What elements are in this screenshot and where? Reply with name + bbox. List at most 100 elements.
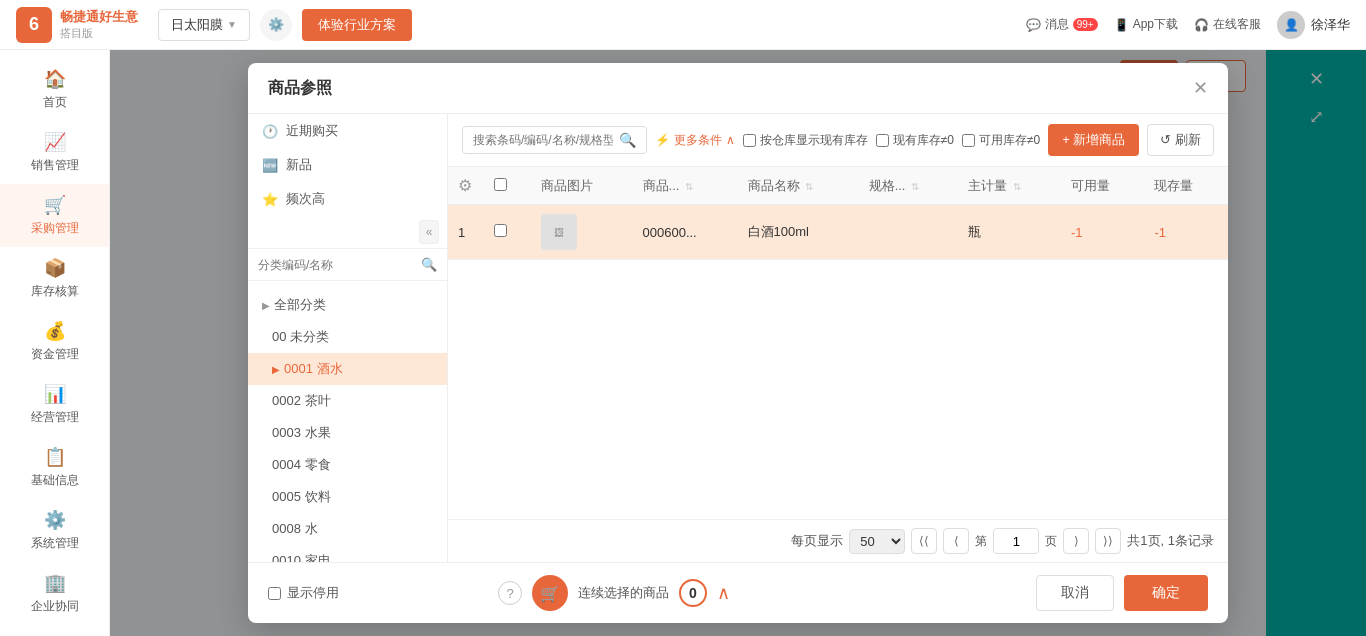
modal-title: 商品参照: [268, 78, 332, 99]
main-layout: 🏠 首页 📈 销售管理 🛒 采购管理 📦 库存核算 💰 资金管理 📊 经营管理 …: [0, 50, 1366, 636]
message-icon: 💬: [1026, 18, 1041, 32]
sidebar-item-system[interactable]: ⚙️ 系统管理: [0, 499, 109, 562]
refresh-button[interactable]: ↺ 刷新: [1147, 124, 1214, 156]
category-snacks[interactable]: 0004 零食: [248, 449, 447, 481]
logo: 6 畅捷通好生意 搭目版: [16, 7, 138, 43]
category-search-input[interactable]: [258, 258, 415, 272]
filter-button[interactable]: ⚡ 更多条件 ∧: [655, 132, 735, 149]
per-page-select[interactable]: 50 100 200: [849, 529, 905, 554]
available-stock-checkbox[interactable]: [962, 134, 975, 147]
enterprise-icon: 🏢: [44, 572, 66, 594]
quick-item-new[interactable]: 🆕 新品: [248, 148, 447, 182]
row-checkbox[interactable]: [494, 224, 507, 237]
col-stock: 现存量: [1144, 167, 1228, 205]
category-fruit[interactable]: 0003 水果: [248, 417, 447, 449]
warehouse-stock-checkbox[interactable]: [743, 134, 756, 147]
home-icon: 🏠: [44, 68, 66, 90]
online-service-nav[interactable]: 🎧 在线客服: [1194, 16, 1261, 33]
category-uncategorized[interactable]: 00 未分类: [248, 321, 447, 353]
last-page-button[interactable]: ⟩⟩: [1095, 528, 1121, 554]
quick-item-recent[interactable]: 🕐 近期购买: [248, 114, 447, 148]
product-search-input[interactable]: [473, 133, 613, 147]
warehouse-stock-check[interactable]: 按仓库显示现有库存: [743, 132, 868, 149]
sidebar-item-finance[interactable]: 💰 资金管理: [0, 310, 109, 373]
row-available: -1: [1061, 205, 1144, 260]
sidebar-item-sales[interactable]: 📈 销售管理: [0, 121, 109, 184]
search-icon[interactable]: 🔍: [619, 132, 636, 148]
nav-actions: 💬 消息 99+ 📱 App下载 🎧 在线客服 👤 徐泽华: [1026, 11, 1350, 39]
current-stock-check[interactable]: 现有库存≠0: [876, 132, 954, 149]
logo-icon: 6: [16, 7, 52, 43]
headset-icon: 🎧: [1194, 18, 1209, 32]
row-code: 000600...: [633, 205, 738, 260]
sidebar-item-inventory[interactable]: 📦 库存核算: [0, 247, 109, 310]
experience-button[interactable]: 体验行业方案: [302, 9, 412, 41]
col-name[interactable]: 商品名称 ⇅: [738, 167, 859, 205]
category-drinks[interactable]: 0005 饮料: [248, 481, 447, 513]
sort-icon-unit: ⇅: [1013, 181, 1021, 192]
sidebar-item-operations[interactable]: 📊 经营管理: [0, 373, 109, 436]
col-unit[interactable]: 主计量 ⇅: [958, 167, 1061, 205]
cart-icon[interactable]: 🛒: [532, 575, 568, 611]
sales-icon: 📈: [44, 131, 66, 153]
category-search-icon[interactable]: 🔍: [421, 257, 437, 272]
col-checkbox: [484, 167, 531, 205]
table-row[interactable]: 1 🖼 000600... 白酒100ml: [448, 205, 1228, 260]
help-icon[interactable]: ?: [498, 581, 522, 605]
table-gear-icon[interactable]: ⚙: [458, 177, 472, 194]
store-dropdown[interactable]: 日太阳膜 ▼: [158, 9, 250, 41]
sidebar-item-guide[interactable]: 🎯 新手引导: [0, 625, 109, 636]
purchase-icon: 🛒: [44, 194, 66, 216]
add-product-button[interactable]: + 新增商品: [1048, 124, 1139, 156]
available-stock-check[interactable]: 可用库存≠0: [962, 132, 1040, 149]
operations-icon: 📊: [44, 383, 66, 405]
col-settings: ⚙: [448, 167, 484, 205]
modal-close-button[interactable]: ✕: [1193, 77, 1208, 99]
next-page-button[interactable]: ⟩: [1063, 528, 1089, 554]
left-panel: 🕐 近期购买 🆕 新品 ⭐ 频次高: [248, 114, 448, 562]
sidebar-item-home[interactable]: 🏠 首页: [0, 58, 109, 121]
first-page-button[interactable]: ⟨⟨: [911, 528, 937, 554]
show-disabled-check[interactable]: 显示停用: [268, 584, 339, 602]
user-menu[interactable]: 👤 徐泽华: [1277, 11, 1350, 39]
sidebar-item-purchase[interactable]: 🛒 采购管理: [0, 184, 109, 247]
top-nav: 6 畅捷通好生意 搭目版 日太阳膜 ▼ ⚙️ 体验行业方案 💬 消息 99+ 📱…: [0, 0, 1366, 50]
category-water[interactable]: 0008 水: [248, 513, 447, 545]
collapse-cart-icon[interactable]: ∧: [717, 582, 730, 604]
messages-nav[interactable]: 💬 消息 99+: [1026, 16, 1098, 33]
current-stock-checkbox[interactable]: [876, 134, 889, 147]
table-head: ⚙ 商品图片: [448, 167, 1228, 205]
category-all[interactable]: ▶ 全部分类: [248, 289, 447, 321]
category-appliances[interactable]: 0010 家电: [248, 545, 447, 562]
cancel-button[interactable]: 取消: [1036, 575, 1114, 611]
sidebar-item-base[interactable]: 📋 基础信息: [0, 436, 109, 499]
col-code[interactable]: 商品... ⇅: [633, 167, 738, 205]
recent-icon: 🕐: [262, 124, 278, 139]
sidebar-item-enterprise[interactable]: 🏢 企业协同: [0, 562, 109, 625]
sort-icon-name: ⇅: [805, 181, 813, 192]
app-download-nav[interactable]: 📱 App下载: [1114, 16, 1178, 33]
category-alcohol[interactable]: ▶ 0001 酒水: [248, 353, 447, 385]
cart-area: ? 🛒 连续选择的商品 0 ∧: [498, 575, 730, 611]
footer-actions: 取消 确定: [1036, 575, 1208, 611]
row-index: 1: [448, 205, 484, 260]
quick-item-frequent[interactable]: ⭐ 频次高: [248, 182, 447, 216]
prev-page-button[interactable]: ⟨: [943, 528, 969, 554]
show-disabled-checkbox[interactable]: [268, 587, 281, 600]
collapse-left-button[interactable]: «: [419, 220, 439, 244]
row-name: 白酒100ml: [738, 205, 859, 260]
content-area: 查询 设置 刷新 ✕ ⤢ 商品参照 ✕: [110, 50, 1366, 636]
category-tea[interactable]: 0002 茶叶: [248, 385, 447, 417]
col-spec[interactable]: 规格... ⇅: [859, 167, 959, 205]
page-number-input[interactable]: [993, 528, 1039, 554]
sidebar: 🏠 首页 📈 销售管理 🛒 采购管理 📦 库存核算 💰 资金管理 📊 经营管理 …: [0, 50, 110, 636]
avatar: 👤: [1277, 11, 1305, 39]
table-body: 1 🖼 000600... 白酒100ml: [448, 205, 1228, 260]
product-table: ⚙ 商品图片: [448, 167, 1228, 260]
select-all-checkbox[interactable]: [494, 178, 507, 191]
product-search-box: 🔍: [462, 126, 647, 154]
confirm-button[interactable]: 确定: [1124, 575, 1208, 611]
settings-icon[interactable]: ⚙️: [260, 9, 292, 41]
finance-icon: 💰: [44, 320, 66, 342]
arrow-active-icon: ▶: [272, 364, 280, 375]
